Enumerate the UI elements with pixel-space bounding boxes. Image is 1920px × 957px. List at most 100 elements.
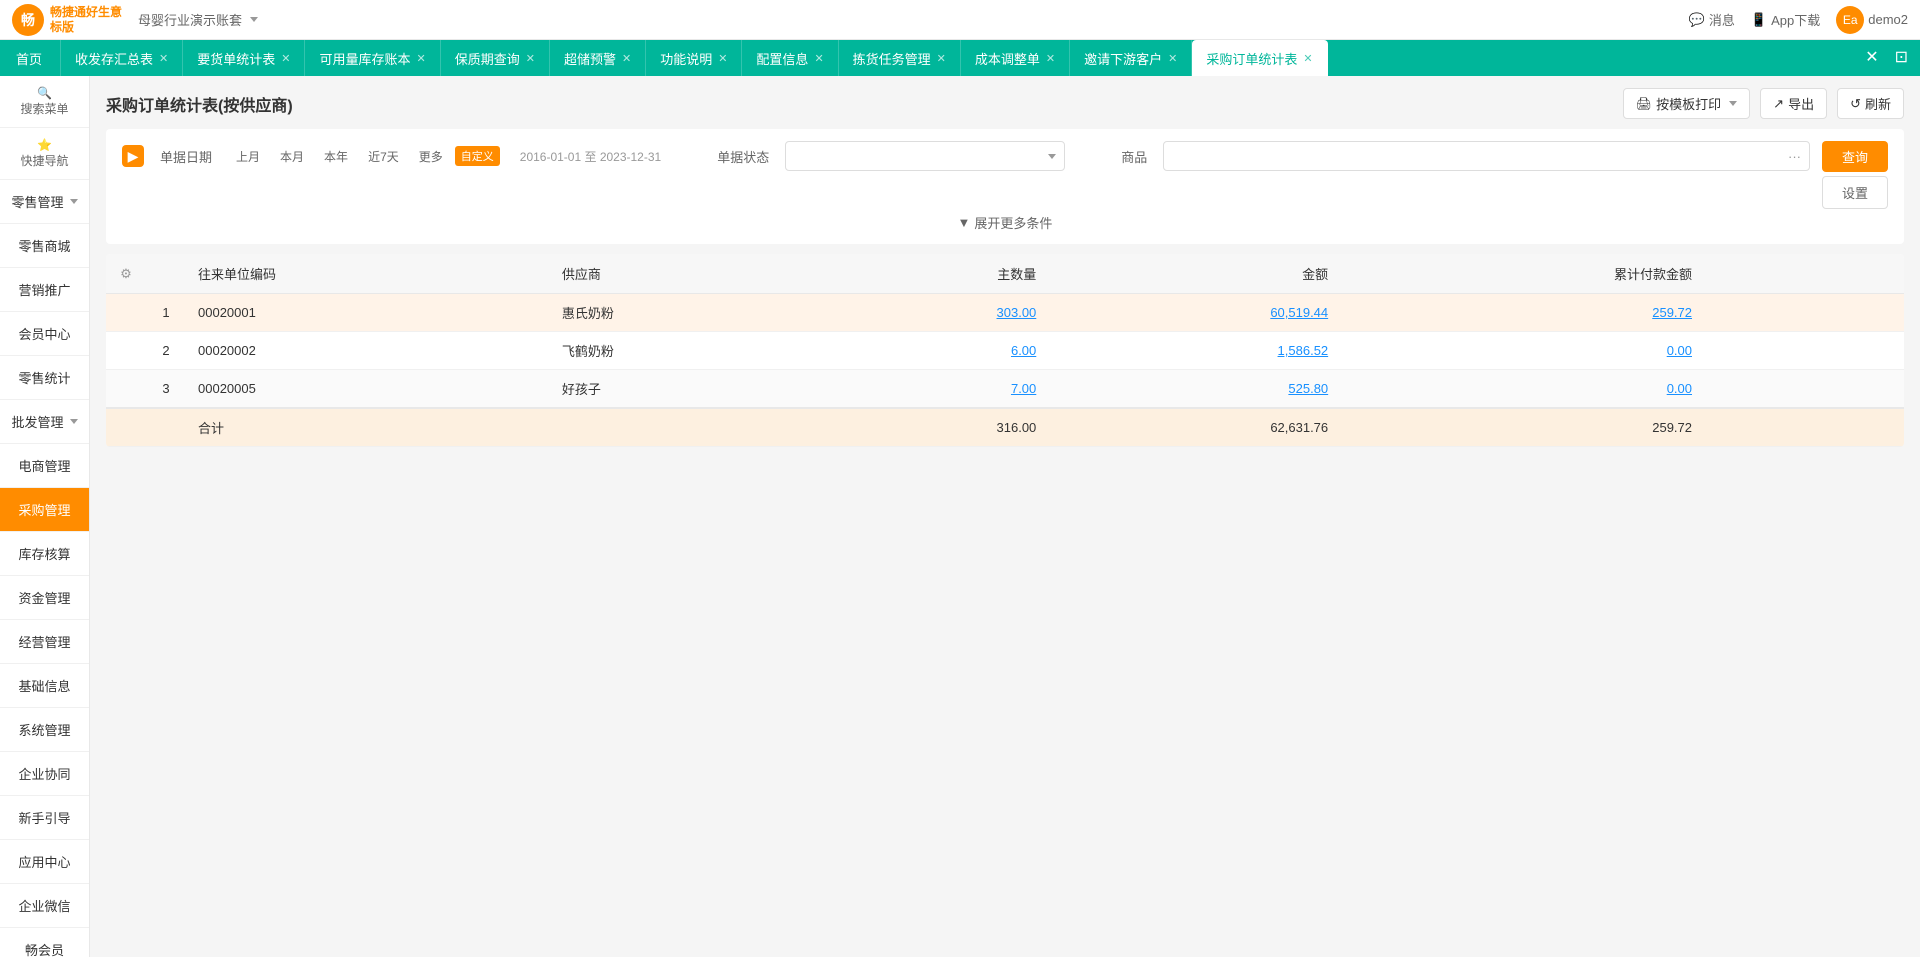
tab-close-icon[interactable]: ✕ bbox=[1303, 52, 1312, 65]
tab-keyongliang[interactable]: 可用量库存账本 ✕ bbox=[305, 40, 440, 76]
page-actions: 🖨 按模板打印 ↗ 导出 ↺ 刷新 bbox=[1623, 88, 1904, 119]
tab-shoufa[interactable]: 收发存汇总表 ✕ bbox=[61, 40, 183, 76]
close-tab-button[interactable]: ✕ bbox=[1861, 46, 1882, 70]
avatar: Ea bbox=[1836, 6, 1864, 34]
message-icon: 💬 bbox=[1689, 12, 1705, 28]
top-bar: 畅 畅捷通好生意 标版 母婴行业演示账套 💬 消息 📱 App下载 Ea dem… bbox=[0, 0, 1920, 40]
row-paid: 0.00 bbox=[1340, 332, 1704, 370]
logo-icon: 畅 bbox=[12, 4, 44, 36]
row-amount: 60,519.44 bbox=[1048, 294, 1340, 332]
sidebar-item-inventory[interactable]: 库存核算 bbox=[0, 532, 89, 576]
restore-tab-button[interactable]: ⊡ bbox=[1891, 46, 1912, 70]
shortcut-custom[interactable]: 自定义 bbox=[455, 146, 500, 166]
sidebar-item-retail-shop[interactable]: 零售商城 bbox=[0, 224, 89, 268]
sidebar-item-member-center[interactable]: 会员中心 bbox=[0, 312, 89, 356]
tab-close-icon[interactable]: ✕ bbox=[1168, 52, 1177, 65]
sidebar-item-retail-management[interactable]: 零售管理 bbox=[0, 180, 89, 224]
table-row: 3 00020005 好孩子 7.00 525.80 0.00 bbox=[106, 370, 1904, 409]
tab-home[interactable]: 首页 bbox=[8, 40, 61, 76]
message-action[interactable]: 💬 消息 bbox=[1689, 10, 1735, 29]
table-row: 1 00020001 惠氏奶粉 303.00 60,519.44 259.72 bbox=[106, 294, 1904, 332]
shortcut-more[interactable]: 更多 bbox=[411, 146, 451, 167]
sidebar-item-operation[interactable]: 经营管理 bbox=[0, 620, 89, 664]
row-code: 00020005 bbox=[186, 370, 550, 409]
shortcut-this-month[interactable]: 本月 bbox=[272, 146, 312, 167]
tab-baozhiqi[interactable]: 保质期查询 ✕ bbox=[441, 40, 550, 76]
workspace-selector[interactable]: 母婴行业演示账套 bbox=[130, 6, 266, 33]
expand-more-button[interactable]: ▼ 展开更多条件 bbox=[122, 213, 1888, 232]
row-code: 00020001 bbox=[186, 294, 550, 332]
query-button[interactable]: 查询 bbox=[1822, 141, 1888, 172]
date-range-display: 2016-01-01 至 2023-12-31 bbox=[520, 148, 661, 165]
column-settings-icon[interactable]: ⚙ bbox=[120, 266, 132, 281]
tab-close-icon[interactable]: ✕ bbox=[159, 52, 168, 65]
refresh-button[interactable]: ↺ 刷新 bbox=[1837, 88, 1904, 119]
table-body: 1 00020001 惠氏奶粉 303.00 60,519.44 259.72 … bbox=[106, 294, 1904, 409]
user-action[interactable]: Ea demo2 bbox=[1836, 6, 1908, 34]
sidebar-item-ecommerce[interactable]: 电商管理 bbox=[0, 444, 89, 488]
tab-close-icon[interactable]: ✕ bbox=[937, 52, 946, 65]
sidebar-item-member[interactable]: 畅会员 bbox=[0, 928, 89, 957]
goods-input[interactable]: ··· bbox=[1163, 141, 1810, 171]
sidebar-item-wholesale[interactable]: 批发管理 bbox=[0, 400, 89, 444]
sidebar-item-purchase[interactable]: 采购管理 bbox=[0, 488, 89, 532]
sidebar-item-wechat[interactable]: 企业微信 bbox=[0, 884, 89, 928]
status-dropdown-icon bbox=[1048, 154, 1056, 159]
export-button[interactable]: ↗ 导出 bbox=[1760, 88, 1827, 119]
sidebar-quick-nav[interactable]: ⭐ 快捷导航 bbox=[0, 128, 89, 180]
sidebar-item-app-center[interactable]: 应用中心 bbox=[0, 840, 89, 884]
row-qty: 303.00 bbox=[821, 294, 1048, 332]
app-download-action[interactable]: 📱 App下载 bbox=[1751, 10, 1820, 29]
sidebar-item-basic-info[interactable]: 基础信息 bbox=[0, 664, 89, 708]
sidebar: 🔍 搜索菜单 ⭐ 快捷导航 零售管理 零售商城 营销推广 会员中心 零售统计 批… bbox=[0, 76, 90, 957]
tab-close-icon[interactable]: ✕ bbox=[417, 52, 426, 65]
tab-caigou[interactable]: 采购订单统计表 ✕ bbox=[1192, 40, 1327, 76]
tab-gongneng[interactable]: 功能说明 ✕ bbox=[646, 40, 742, 76]
top-bar-left: 畅 畅捷通好生意 标版 母婴行业演示账套 bbox=[12, 4, 266, 36]
sidebar-item-newbie[interactable]: 新手引导 bbox=[0, 796, 89, 840]
sidebar-item-retail-stats[interactable]: 零售统计 bbox=[0, 356, 89, 400]
sidebar-item-system[interactable]: 系统管理 bbox=[0, 708, 89, 752]
tab-peizhi[interactable]: 配置信息 ✕ bbox=[742, 40, 838, 76]
col-header-supplier: 供应商 bbox=[550, 254, 821, 294]
filter-toggle-button[interactable]: ▶ bbox=[122, 145, 144, 167]
tab-jianhuo[interactable]: 拣货任务管理 ✕ bbox=[839, 40, 961, 76]
main-layout: 🔍 搜索菜单 ⭐ 快捷导航 零售管理 零售商城 营销推广 会员中心 零售统计 批… bbox=[0, 76, 1920, 957]
row-code: 00020002 bbox=[186, 332, 550, 370]
tab-chengben[interactable]: 成本调整单 ✕ bbox=[961, 40, 1070, 76]
sidebar-item-marketing[interactable]: 营销推广 bbox=[0, 268, 89, 312]
workspace-dropdown-icon bbox=[250, 17, 258, 22]
tab-close-icon[interactable]: ✕ bbox=[1046, 52, 1055, 65]
tab-close-icon[interactable]: ✕ bbox=[281, 52, 290, 65]
table-container: ⚙ 往来单位编码 供应商 主数量 金额 累计付款金额 1 bbox=[106, 254, 1904, 447]
col-header-qty: 主数量 bbox=[821, 254, 1048, 294]
sidebar-search[interactable]: 🔍 搜索菜单 bbox=[0, 76, 89, 128]
tab-close-icon[interactable]: ✕ bbox=[814, 52, 823, 65]
shortcut-7days[interactable]: 近7天 bbox=[360, 146, 407, 167]
footer-amount: 62,631.76 bbox=[1048, 408, 1340, 447]
status-select[interactable] bbox=[785, 141, 1065, 171]
chevron-down-icon bbox=[70, 199, 78, 204]
tab-close-icon[interactable]: ✕ bbox=[718, 52, 727, 65]
col-header-paid: 累计付款金额 bbox=[1340, 254, 1704, 294]
settings-button[interactable]: 设置 bbox=[1822, 176, 1888, 209]
shortcut-this-year[interactable]: 本年 bbox=[316, 146, 356, 167]
sidebar-item-enterprise[interactable]: 企业协同 bbox=[0, 752, 89, 796]
tab-close-icon[interactable]: ✕ bbox=[526, 52, 535, 65]
tab-yaoqing[interactable]: 邀请下游客户 ✕ bbox=[1070, 40, 1192, 76]
tab-close-icon[interactable]: ✕ bbox=[622, 52, 631, 65]
row-index: 3 bbox=[146, 370, 186, 409]
filter-row-date: ▶ 单据日期 上月 本月 本年 近7天 更多 自定义 2016-01-01 至 … bbox=[122, 141, 1810, 171]
footer-qty: 316.00 bbox=[821, 408, 1048, 447]
shortcut-last-month[interactable]: 上月 bbox=[228, 146, 268, 167]
content-area: 采购订单统计表(按供应商) 🖨 按模板打印 ↗ 导出 ↺ 刷新 bbox=[90, 76, 1920, 957]
filter-right-actions: 查询 设置 bbox=[1822, 141, 1888, 209]
print-button[interactable]: 🖨 按模板打印 bbox=[1623, 88, 1751, 119]
tab-yaohuo[interactable]: 要货单统计表 ✕ bbox=[183, 40, 305, 76]
refresh-icon: ↺ bbox=[1850, 96, 1861, 112]
table-footer-row: 合计 316.00 62,631.76 259.72 bbox=[106, 408, 1904, 447]
row-supplier: 惠氏奶粉 bbox=[550, 294, 821, 332]
top-bar-right: 💬 消息 📱 App下载 Ea demo2 bbox=[1689, 6, 1908, 34]
sidebar-item-capital[interactable]: 资金管理 bbox=[0, 576, 89, 620]
tab-chaochuyujing[interactable]: 超储预警 ✕ bbox=[550, 40, 646, 76]
